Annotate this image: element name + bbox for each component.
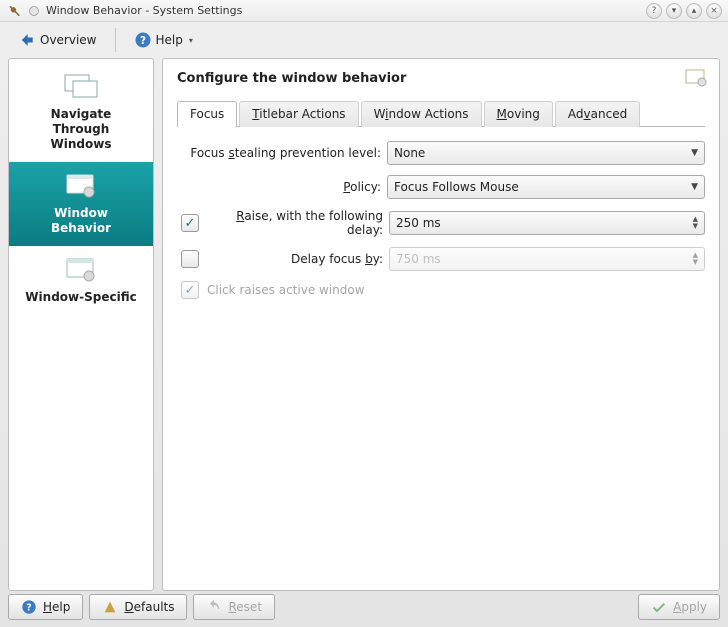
undo-icon [206, 599, 222, 615]
focus-stealing-value: None [394, 146, 425, 160]
tab-titlebar-actions[interactable]: Titlebar Actions [239, 101, 358, 127]
policy-combo[interactable]: Focus Follows Mouse ▼ [387, 175, 705, 199]
chevron-down-icon: ▾ [189, 36, 193, 45]
defaults-icon [102, 599, 118, 615]
tab-bar: Focus Titlebar Actions Window Actions Mo… [177, 100, 705, 127]
defaults-button-label: Defaults [124, 600, 174, 614]
toolbar-separator [115, 28, 116, 52]
help-button[interactable]: ? Help [8, 594, 83, 620]
reset-button[interactable]: Reset [193, 594, 275, 620]
focus-stealing-combo[interactable]: None ▼ [387, 141, 705, 165]
focus-stealing-label: Focus stealing prevention level: [177, 146, 387, 160]
raise-delay-spinbox[interactable]: 250 ms ▲▼ [389, 211, 705, 235]
raise-delay-value: 250 ms [396, 216, 441, 230]
raise-checkbox[interactable] [181, 214, 199, 232]
maximize-button[interactable]: ▴ [686, 3, 702, 19]
sidebar-item-window-behavior[interactable]: WindowBehavior [9, 162, 153, 246]
defaults-button[interactable]: Defaults [89, 594, 187, 620]
raise-label: Raise, with the following delay: [207, 209, 389, 237]
help-menu-button[interactable]: ? Help ▾ [126, 27, 201, 53]
apply-button-label: Apply [673, 600, 707, 614]
tab-advanced[interactable]: Advanced [555, 101, 640, 127]
svg-text:?: ? [26, 602, 31, 613]
minimize-button[interactable]: ▾ [666, 3, 682, 19]
sidebar-item-window-specific[interactable]: Window-Specific [9, 246, 153, 315]
sidebar: NavigateThroughWindows WindowBehavior Wi… [8, 58, 154, 591]
svg-text:?: ? [139, 35, 145, 47]
help-menu-label: Help [156, 33, 183, 47]
whatsthis-button[interactable]: ? [646, 3, 662, 19]
window-gear-icon [57, 170, 105, 202]
delay-focus-value: 750 ms [396, 252, 441, 266]
spin-buttons-icon: ▲▼ [693, 216, 698, 230]
policy-label: Policy: [177, 180, 387, 194]
click-raises-checkbox [181, 281, 199, 299]
help-icon: ? [21, 599, 37, 615]
windows-stack-icon [57, 71, 105, 103]
click-raises-label: Click raises active window [207, 283, 365, 297]
overview-label: Overview [40, 33, 97, 47]
tab-moving[interactable]: Moving [484, 101, 553, 127]
delay-focus-spinbox: 750 ms ▲▼ [389, 247, 705, 271]
window-title: Window Behavior - System Settings [46, 4, 242, 17]
window-gear-icon [685, 69, 707, 87]
wrench-icon [6, 3, 22, 19]
sidebar-item-label: NavigateThroughWindows [51, 107, 112, 152]
reset-button-label: Reset [228, 600, 262, 614]
tab-focus[interactable]: Focus [177, 101, 237, 127]
check-icon [651, 599, 667, 615]
page-heading: Configure the window behavior [177, 71, 705, 86]
overview-button[interactable]: Overview [8, 26, 105, 54]
content-panel: Configure the window behavior Focus Titl… [162, 58, 720, 591]
apply-button[interactable]: Apply [638, 594, 720, 620]
delay-focus-checkbox[interactable] [181, 250, 199, 268]
sidebar-item-navigate-through-windows[interactable]: NavigateThroughWindows [9, 63, 153, 162]
tab-window-actions[interactable]: Window Actions [361, 101, 482, 127]
sidebar-item-label: WindowBehavior [51, 206, 111, 236]
sidebar-item-label: Window-Specific [25, 290, 136, 305]
chevron-down-icon: ▼ [691, 182, 698, 192]
chevron-down-icon: ▼ [691, 148, 698, 158]
close-button[interactable]: × [706, 3, 722, 19]
back-arrow-icon [16, 30, 36, 50]
help-button-label: Help [43, 600, 70, 614]
window-gear-icon [57, 254, 105, 286]
help-icon: ? [134, 31, 152, 49]
spin-buttons-icon: ▲▼ [693, 252, 698, 266]
window-icon [26, 3, 42, 19]
policy-value: Focus Follows Mouse [394, 180, 519, 194]
delay-focus-label: Delay focus by: [207, 252, 389, 266]
